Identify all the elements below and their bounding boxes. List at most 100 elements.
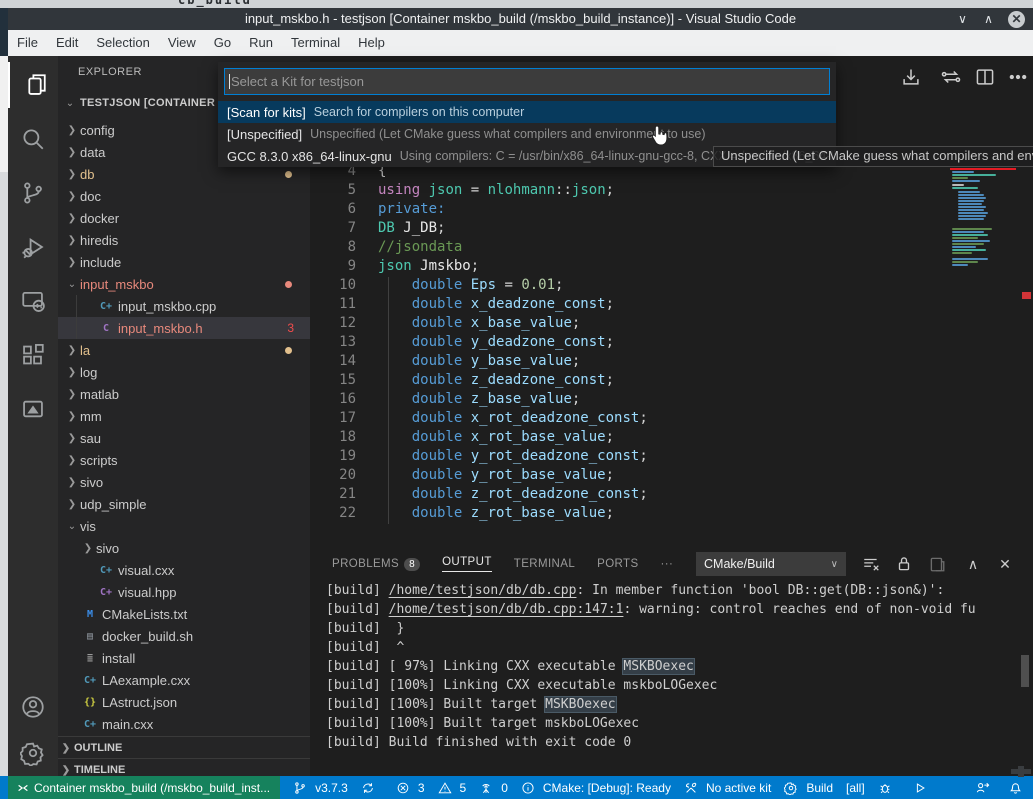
cpp-file-icon: C+ bbox=[99, 300, 113, 312]
switch-header-source-icon[interactable] bbox=[940, 66, 962, 88]
minimap[interactable] bbox=[950, 110, 1016, 270]
status-3[interactable]: 3 bbox=[396, 781, 425, 795]
panel-scrollbar[interactable] bbox=[1021, 655, 1029, 687]
menu-terminal[interactable]: Terminal bbox=[282, 30, 349, 56]
panel-tab-output[interactable]: OUTPUT bbox=[442, 556, 492, 572]
tree-file-main.cxx[interactable]: C+ main.cxx bbox=[58, 713, 310, 735]
tree-file-input_mskbo.cpp[interactable]: C+ input_mskbo.cpp bbox=[58, 295, 310, 317]
clear-output-icon[interactable] bbox=[860, 553, 882, 575]
line-number: 13 bbox=[339, 334, 356, 350]
more-actions-icon[interactable] bbox=[1007, 66, 1029, 88]
remote-explorer-icon[interactable] bbox=[8, 278, 58, 324]
tree-file-install[interactable]: ≣ install bbox=[58, 647, 310, 669]
title-bar: input_mskbo.h - testjson [Container mskb… bbox=[8, 8, 1033, 30]
status-v3-7-3[interactable]: v3.7.3 bbox=[293, 781, 348, 795]
info-icon bbox=[521, 781, 539, 795]
chevron-right-icon: ❯ bbox=[67, 234, 77, 246]
panel-tab-ports[interactable]: PORTS bbox=[597, 558, 638, 570]
menu-file[interactable]: File bbox=[8, 30, 47, 56]
screen: cb_build input_mskbo.h - testjson [Conta… bbox=[0, 0, 1033, 799]
tree-file-input_mskbo.h[interactable]: Cinput_mskbo.h 3 bbox=[58, 317, 310, 339]
output-channel-dropdown[interactable]: CMake/Build ∨ bbox=[696, 552, 846, 576]
menu-selection[interactable]: Selection bbox=[87, 30, 158, 56]
line-number: 16 bbox=[339, 391, 356, 407]
status-bell[interactable] bbox=[1008, 780, 1027, 795]
tree-item-label: input_mskbo.h bbox=[118, 320, 203, 336]
explorer-icon[interactable] bbox=[8, 62, 60, 108]
tree-folder-scripts[interactable]: ❯ scripts bbox=[58, 449, 310, 471]
bell-icon bbox=[1008, 780, 1027, 795]
tree-file-visual.cxx[interactable]: C+ visual.cxx bbox=[58, 559, 310, 581]
maximize-button[interactable]: ∧ bbox=[980, 11, 997, 28]
tree-file-docker_build.sh[interactable]: ▤ docker_build.sh bbox=[58, 625, 310, 647]
text-caret bbox=[229, 74, 230, 89]
search-icon[interactable] bbox=[8, 116, 58, 162]
tree-folder-sivo[interactable]: ❯ sivo bbox=[58, 537, 310, 559]
output-line: [build] ^ bbox=[326, 640, 405, 655]
line-number: 14 bbox=[339, 353, 356, 369]
close-panel-icon[interactable]: ✕ bbox=[994, 553, 1016, 575]
settings-icon[interactable] bbox=[8, 730, 58, 776]
status-bug[interactable] bbox=[878, 781, 900, 795]
output-log[interactable]: [build] /home/testjson/db/db.cpp: In mem… bbox=[326, 583, 1026, 754]
menu-edit[interactable]: Edit bbox=[47, 30, 87, 56]
panel-tab-terminal[interactable]: TERMINAL bbox=[514, 558, 575, 570]
menu-view[interactable]: View bbox=[159, 30, 205, 56]
status-5[interactable]: 5 bbox=[437, 781, 466, 795]
close-button[interactable]: ✕ bbox=[1008, 11, 1025, 28]
run-debug-icon[interactable] bbox=[8, 224, 58, 270]
tree-folder-sau[interactable]: ❯ sau bbox=[58, 427, 310, 449]
tree-folder-input_mskbo[interactable]: ⌄ input_mskbo bbox=[58, 273, 310, 295]
panel-tab-[interactable]: ··· bbox=[661, 558, 674, 570]
code-view[interactable]: 4{5 using json = nlohmann::json; 6 private:… bbox=[310, 163, 950, 524]
tree-folder-mm[interactable]: ❯ mm bbox=[58, 405, 310, 427]
tree-folder-la[interactable]: ❯ la bbox=[58, 339, 310, 361]
tree-file-LAstruct.json[interactable]: {} LAstruct.json bbox=[58, 691, 310, 713]
panel-tab-problems[interactable]: PROBLEMS 8 bbox=[332, 557, 421, 571]
tree-folder-udp_simple[interactable]: ❯ udp_simple bbox=[58, 493, 310, 515]
tree-file-visual.hpp[interactable]: C+ visual.hpp bbox=[58, 581, 310, 603]
tree-item-label: scripts bbox=[80, 452, 118, 468]
kit-option[interactable]: [Scan for kits] Search for compilers on t… bbox=[218, 101, 836, 123]
tree-file-CMakeLists.txt[interactable]: M CMakeLists.txt bbox=[58, 603, 310, 625]
status-feedback[interactable] bbox=[975, 780, 994, 795]
status-build[interactable]: Build bbox=[784, 781, 833, 795]
tree-folder-include[interactable]: ❯ include bbox=[58, 251, 310, 273]
maximize-panel-icon[interactable]: ∧ bbox=[962, 553, 984, 575]
lock-icon[interactable] bbox=[893, 553, 915, 575]
remote-indicator[interactable]: Container mskbo_build (/mskbo_build_inst… bbox=[8, 776, 281, 799]
kit-option[interactable]: [Unspecified] Unspecified (Let CMake gues… bbox=[218, 123, 836, 145]
account-icon[interactable] bbox=[8, 684, 58, 730]
tree-folder-doc[interactable]: ❯ doc bbox=[58, 185, 310, 207]
tree-folder-matlab[interactable]: ❯ matlab bbox=[58, 383, 310, 405]
status-sync[interactable] bbox=[361, 781, 383, 795]
output-line: [build] [100%] Built target MSKBOexec bbox=[326, 696, 617, 713]
tree-item-label: db bbox=[80, 166, 95, 182]
code-line: 9 json Jmskbo; bbox=[310, 258, 950, 277]
status-cmake-debug-ready[interactable]: CMake: [Debug]: Ready bbox=[521, 781, 671, 795]
status-no-active-kit[interactable]: No active kit bbox=[684, 781, 771, 795]
open-output-in-editor-icon[interactable] bbox=[926, 553, 948, 575]
status-0[interactable]: 0 bbox=[479, 781, 508, 795]
tree-folder-sivo[interactable]: ❯ sivo bbox=[58, 471, 310, 493]
tree-folder-vis[interactable]: ⌄ vis bbox=[58, 515, 310, 537]
status-play[interactable] bbox=[913, 781, 935, 795]
status--all-[interactable]: [all] bbox=[846, 781, 865, 795]
menu-help[interactable]: Help bbox=[349, 30, 394, 56]
run-below-icon[interactable] bbox=[900, 66, 922, 88]
panel-triangle-icon[interactable] bbox=[8, 386, 58, 432]
tree-file-LAexample.cxx[interactable]: C+ LAexample.cxx bbox=[58, 669, 310, 691]
chevron-right-icon: ❯ bbox=[67, 212, 77, 224]
split-editor-icon[interactable] bbox=[974, 66, 996, 88]
menu-go[interactable]: Go bbox=[205, 30, 240, 56]
source-control-icon[interactable] bbox=[8, 170, 58, 216]
tree-folder-hiredis[interactable]: ❯ hiredis bbox=[58, 229, 310, 251]
extensions-icon[interactable] bbox=[8, 332, 58, 378]
section-outline[interactable]: ❯ OUTLINE bbox=[58, 736, 310, 759]
tree-folder-log[interactable]: ❯ log bbox=[58, 361, 310, 383]
tree-folder-docker[interactable]: ❯ docker bbox=[58, 207, 310, 229]
menu-run[interactable]: Run bbox=[240, 30, 282, 56]
minimize-button[interactable]: ∨ bbox=[954, 11, 971, 28]
quickpick-input[interactable]: Select a Kit for testjson bbox=[224, 68, 830, 95]
tree-item-label: install bbox=[102, 650, 136, 666]
